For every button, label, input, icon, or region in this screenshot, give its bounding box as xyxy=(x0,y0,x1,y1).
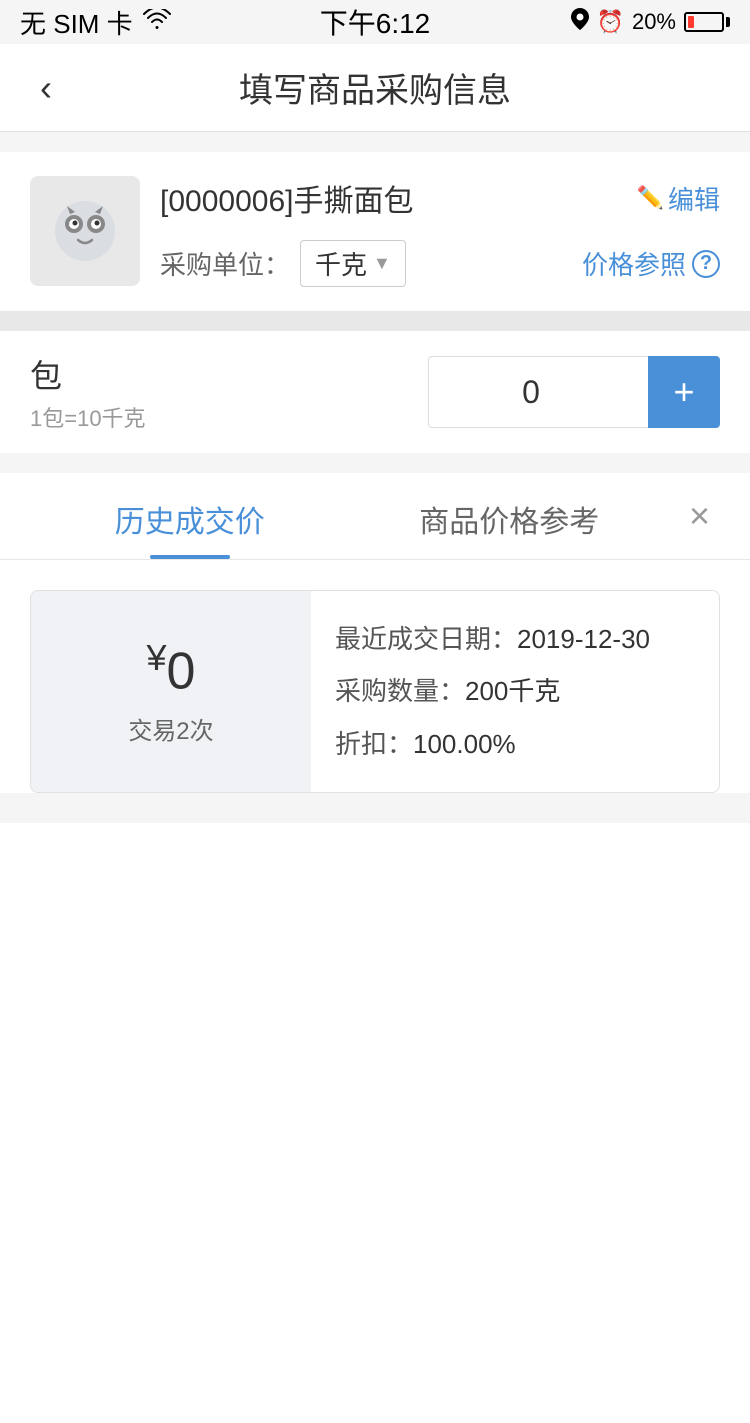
back-button[interactable]: ‹ xyxy=(30,57,62,119)
status-left: 无 SIM 卡 xyxy=(20,4,171,41)
price-value: 0 xyxy=(167,642,196,700)
tab-active-indicator xyxy=(150,555,230,559)
history-trades: 交易2次 xyxy=(128,711,213,746)
tab-history-price[interactable]: 历史成交价 xyxy=(30,473,349,559)
price-ref-button[interactable]: 价格参照 ? xyxy=(582,245,720,282)
currency-symbol: ¥ xyxy=(147,637,167,678)
quantity-label: 包 1包=10千克 xyxy=(30,351,146,433)
history-right-panel: 最近成交日期：2019-12-30 采购数量：200千克 折扣：100.00% xyxy=(311,591,719,792)
recent-date-label: 最近成交日期： xyxy=(335,624,517,654)
tab-history-label: 历史成交价 xyxy=(115,497,265,541)
page-title: 填写商品采购信息 xyxy=(239,63,511,112)
nav-bar: ‹ 填写商品采购信息 xyxy=(0,44,750,132)
status-right: ⏰ 20% xyxy=(571,8,730,36)
quantity-plus-button[interactable]: + xyxy=(648,356,720,428)
product-full-name: [0000006]手撕面包 xyxy=(160,176,413,220)
quantity-row: 包 1包=10千克 + xyxy=(0,331,750,453)
product-info: [0000006]手撕面包 ✏️ 编辑 采购单位： 千克 ▼ 价格参照 ? xyxy=(160,176,720,287)
price-ref-label: 价格参照 xyxy=(582,245,686,282)
quantity-unit-note: 1包=10千克 xyxy=(30,401,146,433)
edit-icon: ✏️ xyxy=(637,185,664,211)
product-name-row: [0000006]手撕面包 ✏️ 编辑 xyxy=(160,176,720,220)
status-time: 下午6:12 xyxy=(320,2,431,42)
quantity-input-wrap: + xyxy=(428,356,720,428)
status-bar: 无 SIM 卡 下午6:12 ⏰ 20% xyxy=(0,0,750,44)
product-card: [0000006]手撕面包 ✏️ 编辑 采购单位： 千克 ▼ 价格参照 ? xyxy=(0,152,750,311)
history-price: ¥0 xyxy=(147,637,196,701)
unit-value: 千克 xyxy=(315,245,367,282)
wifi-icon xyxy=(143,7,171,38)
tab-price-reference[interactable]: 商品价格参考 xyxy=(349,473,668,559)
alarm-icon: ⏰ xyxy=(597,9,624,35)
edit-button[interactable]: ✏️ 编辑 xyxy=(637,180,720,217)
carrier-text: 无 SIM 卡 xyxy=(20,4,133,41)
battery-percent: 20% xyxy=(632,9,676,35)
purchase-unit-left: 采购单位： 千克 ▼ xyxy=(160,240,406,287)
quantity-unit: 包 xyxy=(30,351,146,397)
purchase-unit-row: 采购单位： 千克 ▼ 价格参照 ? xyxy=(160,240,720,287)
discount-value: 100.00% xyxy=(413,729,516,759)
history-card: ¥0 交易2次 最近成交日期：2019-12-30 采购数量：200千克 折扣：… xyxy=(30,590,720,793)
purchase-qty-row: 采购数量：200千克 xyxy=(335,673,695,709)
purchase-unit-label: 采购单位： xyxy=(160,245,290,282)
location-icon xyxy=(571,8,589,36)
quantity-input[interactable] xyxy=(428,356,648,428)
tabs-header: 历史成交价 商品价格参考 × xyxy=(0,473,750,560)
purchase-qty-value: 200千克 xyxy=(465,676,560,706)
recent-date-row: 最近成交日期：2019-12-30 xyxy=(335,621,695,657)
help-icon: ? xyxy=(692,250,720,278)
close-button[interactable]: × xyxy=(669,488,720,544)
tabs-section: 历史成交价 商品价格参考 × ¥0 交易2次 最近成交日期：2019-12-30… xyxy=(0,473,750,793)
discount-label: 折扣： xyxy=(335,729,413,759)
discount-row: 折扣：100.00% xyxy=(335,726,695,762)
section-divider xyxy=(0,311,750,331)
product-thumbnail xyxy=(30,176,140,286)
bottom-area xyxy=(0,823,750,1423)
recent-date-value: 2019-12-30 xyxy=(517,624,650,654)
history-left-panel: ¥0 交易2次 xyxy=(31,591,311,792)
unit-select[interactable]: 千克 ▼ xyxy=(300,240,406,287)
tab-price-ref-label: 商品价格参考 xyxy=(419,497,599,541)
battery-icon xyxy=(684,12,730,32)
edit-label: 编辑 xyxy=(668,180,720,217)
purchase-qty-label: 采购数量： xyxy=(335,676,465,706)
chevron-down-icon: ▼ xyxy=(373,253,391,274)
